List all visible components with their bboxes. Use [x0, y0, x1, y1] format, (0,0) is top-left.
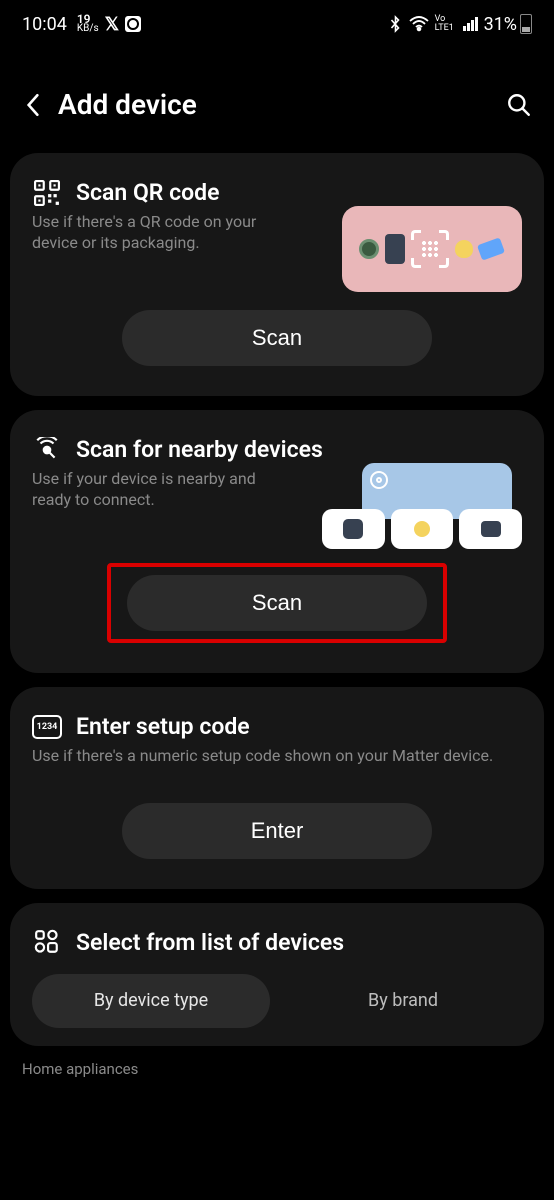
battery-indicator: 31% [484, 14, 532, 35]
wifi-icon [409, 16, 429, 32]
scan-nearby-title: Scan for nearby devices [76, 436, 323, 463]
back-button[interactable] [22, 92, 58, 118]
enter-code-card: 1234 Enter setup code Use if there's a n… [10, 687, 544, 889]
enter-code-desc: Use if there's a numeric setup code show… [32, 746, 522, 767]
page-header: Add device [0, 48, 554, 139]
tab-by-device-type[interactable]: By device type [32, 974, 270, 1028]
section-home-appliances: Home appliances [22, 1060, 554, 1078]
x-app-icon: 𝕏 [105, 14, 120, 35]
volte-icon: Vo LTE1 [435, 15, 457, 33]
qr-illustration [342, 206, 522, 292]
scan-nearby-button[interactable]: Scan [127, 575, 427, 631]
scan-qr-title: Scan QR code [76, 179, 219, 206]
bluetooth-icon [388, 15, 403, 33]
setup-code-icon: 1234 [32, 715, 62, 739]
enter-code-title: Enter setup code [76, 713, 250, 740]
select-list-card: Select from list of devices By device ty… [10, 903, 544, 1046]
radar-icon [32, 437, 62, 463]
enter-code-button[interactable]: Enter [122, 803, 432, 859]
page-title: Add device [58, 88, 502, 121]
app-indicator-icon [125, 16, 141, 32]
scan-qr-card: Scan QR code Use if there's a QR code on… [10, 153, 544, 396]
scan-qr-desc: Use if there's a QR code on your device … [32, 212, 292, 254]
nearby-illustration [322, 463, 522, 549]
scan-qr-button[interactable]: Scan [122, 310, 432, 366]
status-bar: 10:04 19 KB/s 𝕏 Vo LTE1 31% [0, 0, 554, 48]
scan-nearby-desc: Use if your device is nearby and ready t… [32, 469, 292, 511]
tab-by-brand[interactable]: By brand [284, 974, 522, 1028]
search-button[interactable] [502, 92, 532, 118]
network-speed: 19 KB/s [77, 15, 99, 33]
status-time: 10:04 [22, 14, 67, 35]
signal-icon [463, 17, 478, 31]
devices-grid-icon [32, 929, 62, 955]
select-list-title: Select from list of devices [76, 929, 344, 956]
highlighted-scan-area: Scan [107, 563, 447, 643]
scan-nearby-card: Scan for nearby devices Use if your devi… [10, 410, 544, 673]
qr-code-icon [32, 180, 62, 206]
